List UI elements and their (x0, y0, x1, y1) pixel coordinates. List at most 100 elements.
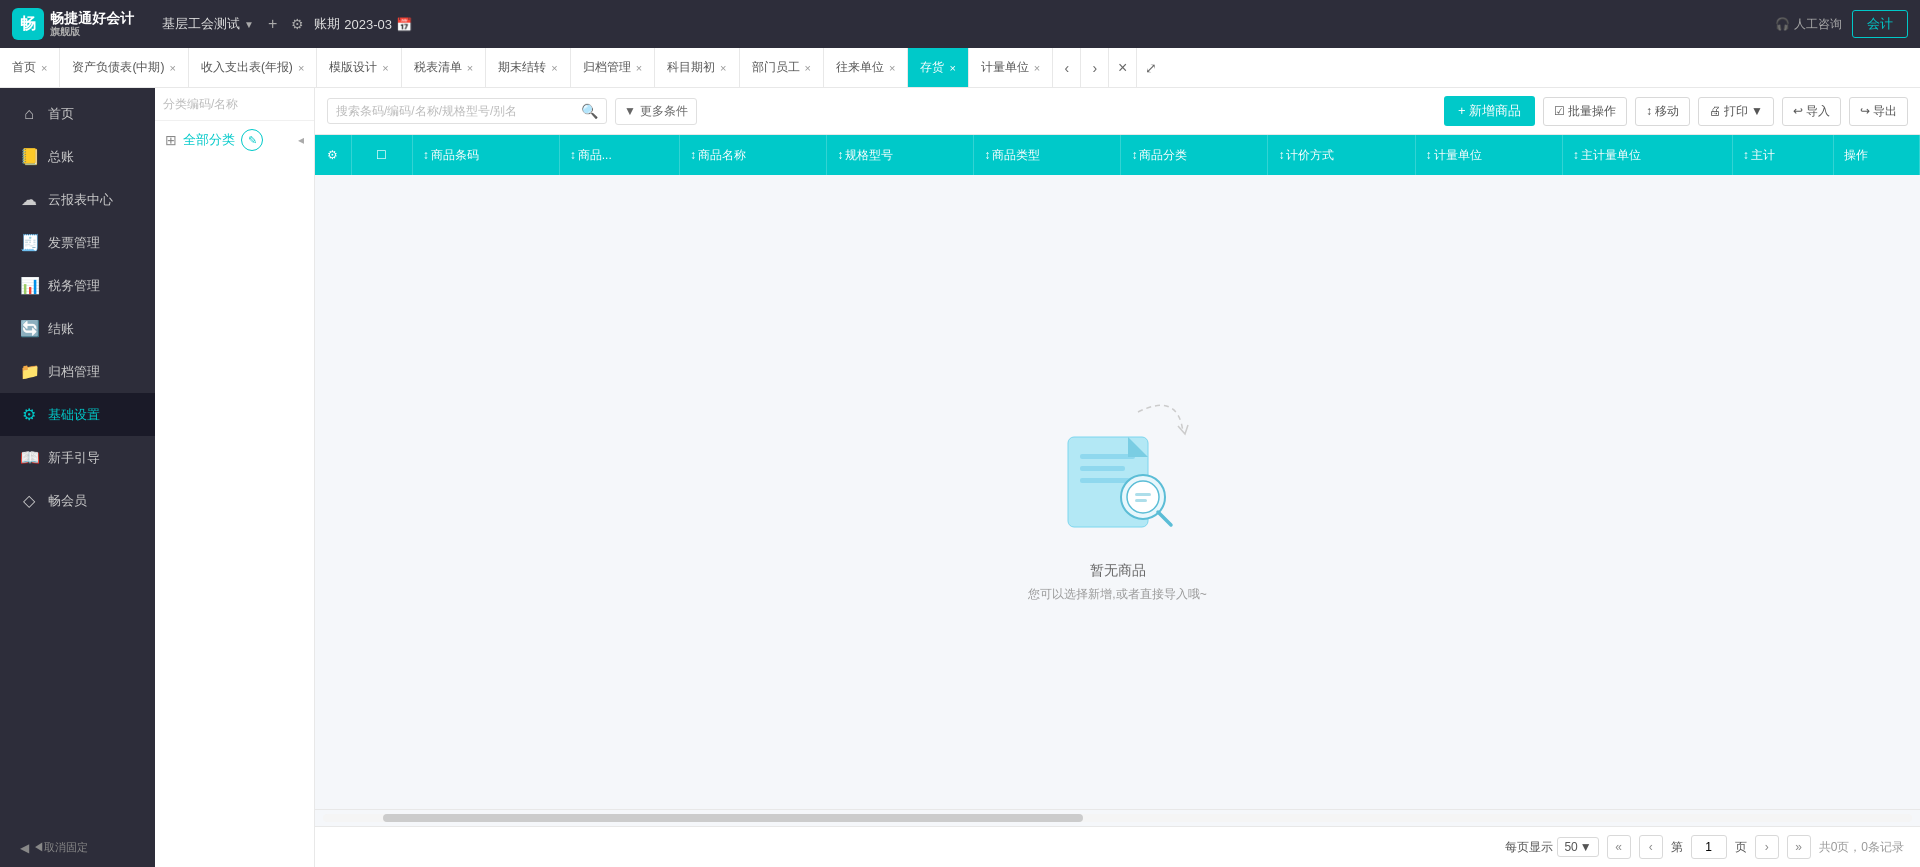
page-size-arrow-icon: ▼ (1580, 840, 1592, 854)
tab-inventory-close[interactable]: × (949, 62, 955, 74)
sidebar-item-ledger[interactable]: 📒 总账 (0, 135, 155, 178)
th-name: ↕ 商品名称 (680, 135, 827, 175)
sidebar-item-member[interactable]: ◇ 畅会员 (0, 479, 155, 522)
th-pricing: ↕ 计价方式 (1268, 135, 1415, 175)
tab-balance-sheet-close[interactable]: × (169, 62, 175, 74)
tab-bar: 首页 × 资产负债表(中期) × 收入支出表(年报) × 模版设计 × 税表清单… (0, 48, 1920, 88)
th-code: ↕ 商品... (559, 135, 679, 175)
tab-homepage-label: 首页 (12, 59, 36, 76)
th-category: ↕ 商品分类 (1121, 135, 1268, 175)
tab-contacts-label: 往来单位 (836, 59, 884, 76)
tab-homepage[interactable]: 首页 × (0, 48, 60, 88)
tab-period-carry[interactable]: 期末结转 × (486, 48, 570, 88)
sidebar-settings-label: 基础设置 (48, 406, 100, 424)
tab-tax-close[interactable]: × (467, 62, 473, 74)
tab-expand[interactable]: ⤢ (1137, 48, 1165, 88)
tab-period-carry-close[interactable]: × (551, 62, 557, 74)
sidebar-item-settings[interactable]: ⚙ 基础设置 (0, 393, 155, 436)
scrollbar-track[interactable] (323, 814, 1912, 822)
batch-operation-button[interactable]: ☑ 批量操作 (1543, 97, 1627, 126)
svg-rect-1 (1080, 454, 1135, 459)
page-size-select: 每页显示 50 ▼ (1505, 837, 1598, 857)
category-search-input[interactable] (163, 97, 313, 111)
logo-main: 畅捷通好会计 (50, 10, 134, 27)
tab-inventory[interactable]: 存货 × (908, 48, 968, 88)
sidebar: ⌂ 首页 📒 总账 ☁ 云报表中心 🧾 发票管理 📊 税务管理 🔄 结账 📁 归… (0, 88, 155, 867)
filter-icon: ▼ (624, 104, 636, 118)
sidebar-unpin-button[interactable]: ◀ ◀取消固定 (0, 828, 155, 867)
sidebar-item-cloud-report[interactable]: ☁ 云报表中心 (0, 178, 155, 221)
th-main-unit: ↕ 主计量单位 (1562, 135, 1732, 175)
account-button[interactable]: 会计 (1852, 10, 1908, 38)
tab-subject-init[interactable]: 科目期初 × (655, 48, 739, 88)
unpin-label: ◀取消固定 (33, 840, 88, 855)
th-checkbox[interactable]: ☐ (351, 135, 412, 175)
move-button[interactable]: ↕ 移动 (1635, 97, 1690, 126)
category-collapse-icon[interactable]: ◂ (298, 133, 304, 147)
product-table: ⚙ ☐ ↕ 商品条码 (315, 135, 1920, 175)
customer-service-button[interactable]: 🎧 人工咨询 (1775, 16, 1842, 33)
tab-unit[interactable]: 计量单位 × (969, 48, 1053, 88)
header-company[interactable]: 基层工会测试 ▼ (162, 15, 254, 33)
sidebar-item-archive[interactable]: 📁 归档管理 (0, 350, 155, 393)
home-icon: ⌂ (20, 105, 38, 123)
sidebar-item-guide[interactable]: 📖 新手引导 (0, 436, 155, 479)
page-next-button[interactable]: › (1755, 835, 1779, 859)
tab-homepage-close[interactable]: × (41, 62, 47, 74)
logo-icon: 畅 (12, 8, 44, 40)
sidebar-member-label: 畅会员 (48, 492, 87, 510)
tab-template[interactable]: 模版设计 × (317, 48, 401, 88)
tab-unit-close[interactable]: × (1034, 62, 1040, 74)
print-dropdown-icon: ▼ (1751, 104, 1763, 118)
calendar-icon[interactable]: 📅 (396, 17, 412, 32)
sidebar-home-label: 首页 (48, 105, 74, 123)
tab-income-statement[interactable]: 收入支出表(年报) × (189, 48, 317, 88)
tab-scroll-right[interactable]: › (1081, 48, 1109, 88)
sidebar-item-closing[interactable]: 🔄 结账 (0, 307, 155, 350)
tab-contacts[interactable]: 往来单位 × (824, 48, 908, 88)
page-prev-button[interactable]: ‹ (1639, 835, 1663, 859)
tab-scroll-left[interactable]: ‹ (1053, 48, 1081, 88)
tab-balance-sheet[interactable]: 资产负债表(中期) × (60, 48, 188, 88)
sidebar-item-tax[interactable]: 📊 税务管理 (0, 264, 155, 307)
sidebar-item-invoice[interactable]: 🧾 发票管理 (0, 221, 155, 264)
add-tab-button[interactable]: + (264, 15, 281, 33)
tab-contacts-close[interactable]: × (889, 62, 895, 74)
tab-template-close[interactable]: × (382, 62, 388, 74)
sidebar-item-home[interactable]: ⌂ 首页 (0, 93, 155, 135)
top-header: 畅 畅捷通好会计 旗舰版 基层工会测试 ▼ + ⚙ 账期 2023-03 📅 🎧… (0, 0, 1920, 48)
move-icon: ↕ (1646, 104, 1652, 118)
toolbar: 🔍 ▼ 更多条件 + 新增商品 ☑ 批量操作 ↕ (315, 88, 1920, 135)
tab-archive[interactable]: 归档管理 × (571, 48, 655, 88)
tab-department[interactable]: 部门员工 × (740, 48, 824, 88)
tab-close-all[interactable]: × (1109, 48, 1137, 88)
export-button[interactable]: ↪ 导出 (1849, 97, 1908, 126)
page-first-button[interactable]: « (1607, 835, 1631, 859)
logo-text: 畅捷通好会计 旗舰版 (50, 10, 134, 39)
headset-icon: 🎧 (1775, 17, 1790, 31)
page-last-button[interactable]: » (1787, 835, 1811, 859)
add-product-button[interactable]: + 新增商品 (1444, 96, 1535, 126)
tab-archive-close[interactable]: × (636, 62, 642, 74)
tab-income-statement-close[interactable]: × (298, 62, 304, 74)
tab-subject-init-close[interactable]: × (720, 62, 726, 74)
category-all[interactable]: ⊞ 全部分类 ✎ ◂ (155, 121, 314, 159)
category-edit-button[interactable]: ✎ (241, 129, 263, 151)
sidebar-invoice-label: 发票管理 (48, 234, 100, 252)
page-input[interactable] (1691, 835, 1727, 859)
scrollbar-thumb[interactable] (383, 814, 1083, 822)
tab-tax[interactable]: 税表清单 × (402, 48, 486, 88)
th-spec: ↕ 规格型号 (827, 135, 974, 175)
filter-button[interactable]: ▼ 更多条件 (615, 98, 697, 125)
print-button[interactable]: 🖨 打印 ▼ (1698, 97, 1774, 126)
th-settings[interactable]: ⚙ (315, 135, 351, 175)
page-size-dropdown[interactable]: 50 ▼ (1557, 837, 1598, 857)
settings-icon[interactable]: ⚙ (291, 16, 304, 32)
right-panel: 🔍 ▼ 更多条件 + 新增商品 ☑ 批量操作 ↕ (315, 88, 1920, 867)
import-button[interactable]: ↩ 导入 (1782, 97, 1841, 126)
company-dropdown-icon[interactable]: ▼ (244, 19, 254, 30)
toolbar-search-icon[interactable]: 🔍 (581, 103, 598, 119)
toolbar-search-input[interactable] (336, 104, 577, 118)
tab-department-close[interactable]: × (805, 62, 811, 74)
table-scrollbar-area (315, 809, 1920, 826)
